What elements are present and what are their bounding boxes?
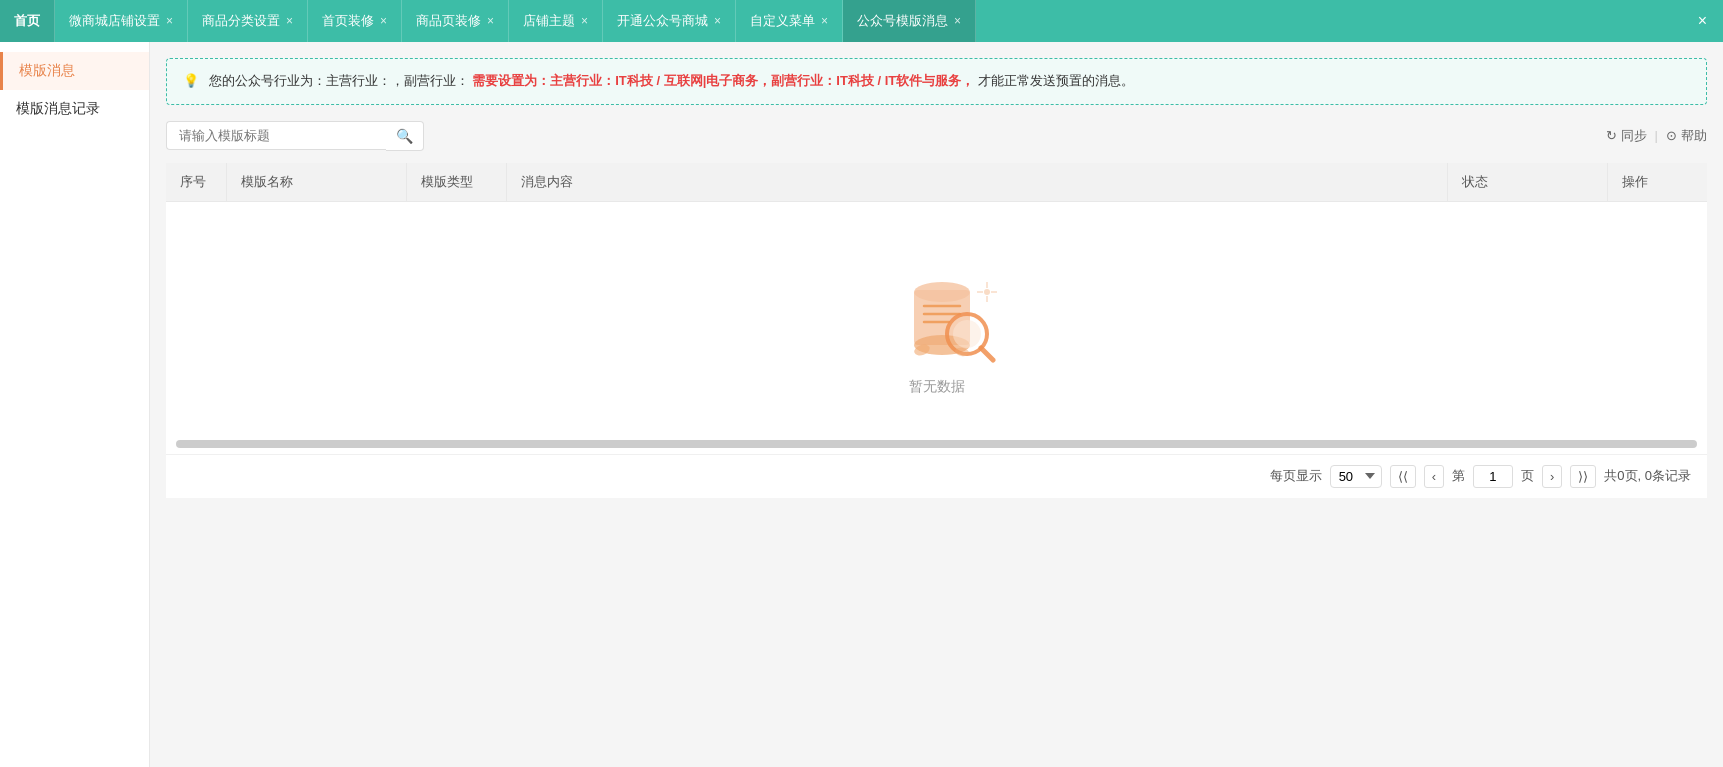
notice-box: 💡 您的公众号行业为：主营行业：，副营行业： 需要设置为：主营行业：IT科技 /… — [166, 58, 1707, 105]
sync-button[interactable]: ↻ 同步 — [1606, 127, 1647, 145]
table-header-row: 序号 模版名称 模版类型 消息内容 状态 操作 — [166, 163, 1707, 202]
data-table: 序号 模版名称 模版类型 消息内容 状态 操作 — [166, 163, 1707, 436]
col-status: 状态 — [1447, 163, 1607, 202]
tab-close-icon[interactable]: × — [487, 14, 494, 28]
horizontal-scrollbar[interactable] — [176, 440, 1697, 448]
sync-icon: ↻ — [1606, 128, 1617, 143]
tab-home[interactable]: 首页 — [0, 0, 55, 42]
tab-label: 商品分类设置 — [202, 12, 280, 30]
content-area: 💡 您的公众号行业为：主营行业：，副营行业： 需要设置为：主营行业：IT科技 /… — [150, 42, 1723, 767]
sidebar: 模版消息 模版消息记录 — [0, 42, 150, 767]
next-page-icon: › — [1550, 469, 1554, 484]
sidebar-item-template-msg[interactable]: 模版消息 — [0, 52, 149, 90]
notice-text-after: 才能正常发送预置的消息。 — [978, 73, 1134, 88]
svg-point-9 — [984, 289, 990, 295]
page-unit: 页 — [1521, 467, 1534, 485]
total-label: 共0页, 0条记录 — [1604, 467, 1691, 485]
svg-point-7 — [953, 320, 981, 348]
main-layout: 模版消息 模版消息记录 💡 您的公众号行业为：主营行业：，副营行业： 需要设置为… — [0, 42, 1723, 767]
page-size-label: 每页显示 — [1270, 467, 1322, 485]
tab-open-mall[interactable]: 开通公众号商城 × — [603, 0, 736, 42]
empty-state-cell: 暂无数据 — [166, 201, 1707, 436]
tab-label: 开通公众号商城 — [617, 12, 708, 30]
page-label: 第 — [1452, 467, 1465, 485]
next-page-button[interactable]: › — [1542, 465, 1562, 488]
tab-label: 商品页装修 — [416, 12, 481, 30]
tab-custom-menu[interactable]: 自定义菜单 × — [736, 0, 843, 42]
help-button[interactable]: ⊙ 帮助 — [1666, 127, 1707, 145]
svg-line-8 — [981, 348, 993, 360]
last-page-icon: ⟩⟩ — [1578, 469, 1588, 484]
first-page-icon: ⟨⟨ — [1398, 469, 1408, 484]
col-type: 模版类型 — [406, 163, 506, 202]
tab-close-icon[interactable]: × — [714, 14, 721, 28]
page-number-input[interactable] — [1473, 465, 1513, 488]
prev-page-button[interactable]: ‹ — [1424, 465, 1444, 488]
search-right: ↻ 同步 | ⊙ 帮助 — [1606, 127, 1707, 145]
tab-label: 店铺主题 — [523, 12, 575, 30]
help-icon: ⊙ — [1666, 128, 1677, 143]
col-action: 操作 — [1607, 163, 1707, 202]
first-page-button[interactable]: ⟨⟨ — [1390, 465, 1416, 488]
tab-template-msg[interactable]: 公众号模版消息 × — [843, 0, 976, 42]
tab-label: 自定义菜单 — [750, 12, 815, 30]
empty-state: 暂无数据 — [166, 202, 1707, 436]
scrollbar-row — [166, 436, 1707, 454]
tab-close-icon[interactable]: × — [286, 14, 293, 28]
tab-label: 公众号模版消息 — [857, 12, 948, 30]
tab-product-deco[interactable]: 商品页装修 × — [402, 0, 509, 42]
search-button[interactable]: 🔍 — [386, 121, 424, 151]
tab-wsc-settings[interactable]: 微商城店铺设置 × — [55, 0, 188, 42]
top-navigation: 首页 微商城店铺设置 × 商品分类设置 × 首页装修 × 商品页装修 × 店铺主… — [0, 0, 1723, 42]
pagination: 每页显示 50 10 20 100 ⟨⟨ ‹ 第 页 › ⟩⟩ 共0页, 0条记… — [166, 454, 1707, 498]
tab-close-icon[interactable]: × — [166, 14, 173, 28]
empty-state-row: 暂无数据 — [166, 201, 1707, 436]
last-page-button[interactable]: ⟩⟩ — [1570, 465, 1596, 488]
global-close-button[interactable]: × — [1682, 0, 1723, 42]
notice-text-before: 您的公众号行业为：主营行业：，副营行业： — [209, 73, 469, 88]
search-left: 🔍 — [166, 121, 424, 151]
tab-label: 微商城店铺设置 — [69, 12, 160, 30]
tab-label: 首页装修 — [322, 12, 374, 30]
notice-icon: 💡 — [183, 73, 199, 88]
tab-category-settings[interactable]: 商品分类设置 × — [188, 0, 308, 42]
empty-text: 暂无数据 — [166, 378, 1707, 396]
table-header: 序号 模版名称 模版类型 消息内容 状态 操作 — [166, 163, 1707, 202]
divider: | — [1655, 128, 1658, 143]
notice-highlight-text: 需要设置为：主营行业：IT科技 / 互联网|电子商务，副营行业：IT科技 / I… — [472, 73, 974, 88]
help-label: 帮助 — [1681, 127, 1707, 145]
page-size-select[interactable]: 50 10 20 100 — [1330, 465, 1382, 488]
table-body: 暂无数据 — [166, 201, 1707, 436]
tab-close-icon[interactable]: × — [581, 14, 588, 28]
sidebar-item-label: 模版消息记录 — [16, 100, 100, 116]
prev-page-icon: ‹ — [1432, 469, 1436, 484]
col-content: 消息内容 — [506, 163, 1447, 202]
sync-label: 同步 — [1621, 127, 1647, 145]
sidebar-item-label: 模版消息 — [19, 62, 75, 78]
col-name: 模版名称 — [226, 163, 406, 202]
tab-close-icon[interactable]: × — [380, 14, 387, 28]
col-seq: 序号 — [166, 163, 226, 202]
tab-close-icon[interactable]: × — [954, 14, 961, 28]
empty-illustration — [887, 262, 987, 362]
search-bar: 🔍 ↻ 同步 | ⊙ 帮助 — [166, 121, 1707, 151]
tab-home-label: 首页 — [14, 12, 40, 30]
sidebar-item-template-msg-log[interactable]: 模版消息记录 — [0, 90, 149, 128]
tab-home-deco[interactable]: 首页装修 × — [308, 0, 402, 42]
tab-store-theme[interactable]: 店铺主题 × — [509, 0, 603, 42]
search-input[interactable] — [166, 121, 386, 150]
search-icon: 🔍 — [396, 128, 413, 144]
tab-close-icon[interactable]: × — [821, 14, 828, 28]
